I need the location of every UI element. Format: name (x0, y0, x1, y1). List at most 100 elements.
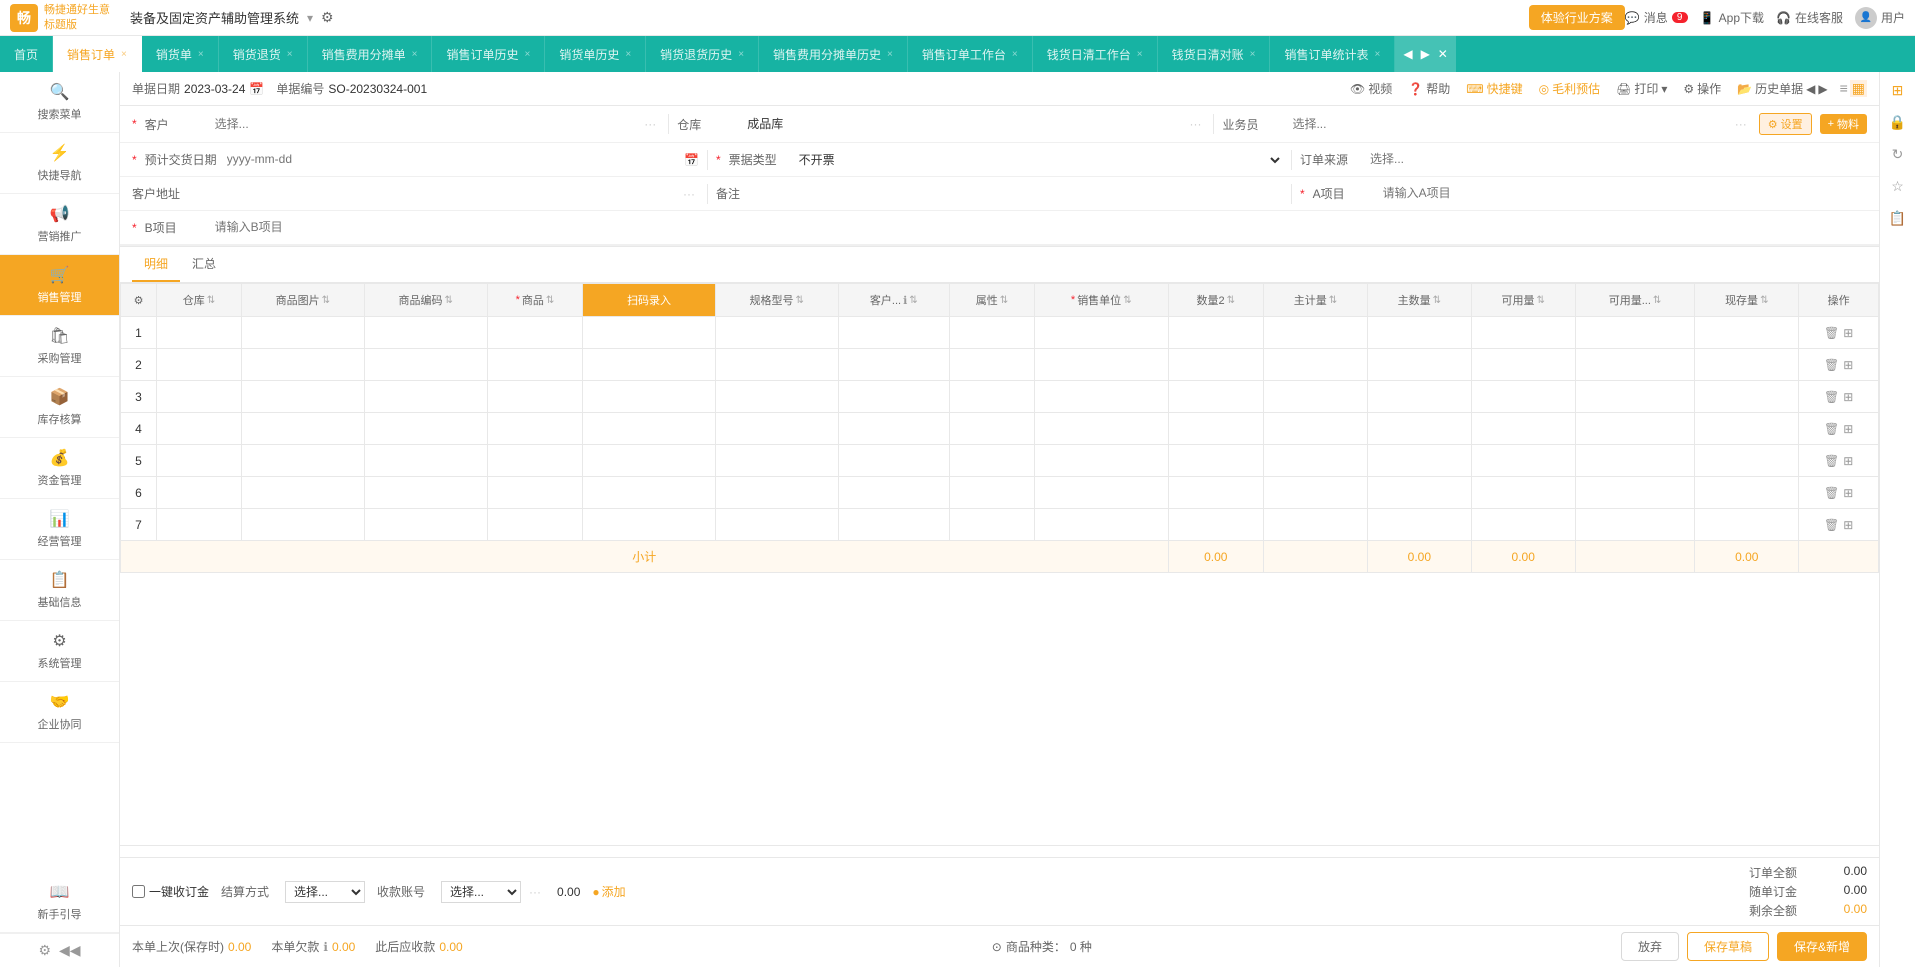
tab-daily-reconcile[interactable]: 钱货日清对账 × (1158, 36, 1271, 72)
close-icon[interactable]: × (625, 49, 631, 60)
delete-row-btn[interactable]: 🗑 (1824, 326, 1839, 340)
add-item-btn[interactable]: + 物料 (1820, 114, 1867, 134)
tab-order-stats[interactable]: 销售订单统计表 × (1270, 36, 1395, 72)
row-code[interactable] (364, 413, 487, 445)
delete-row-btn[interactable]: 🗑 (1824, 422, 1839, 436)
sidebar-item-enterprise[interactable]: 🤝 企业协同 (0, 682, 119, 743)
help-icon[interactable]: ℹ (903, 294, 907, 307)
row-attr[interactable] (949, 381, 1034, 413)
sidebar-item-inventory[interactable]: 📦 库存核算 (0, 377, 119, 438)
address-dots[interactable]: ··· (679, 187, 699, 201)
close-icon[interactable]: × (1137, 49, 1143, 60)
right-btn-5[interactable]: 📋 (1884, 204, 1912, 232)
row-attr[interactable] (949, 445, 1034, 477)
row-warehouse[interactable] (157, 317, 242, 349)
action-btn[interactable]: 体验行业方案 (1529, 5, 1625, 30)
current-info-icon[interactable]: ℹ (323, 940, 328, 954)
shortcut-btn[interactable]: ⌨ 快捷键 (1462, 78, 1526, 99)
close-icon[interactable]: × (1250, 49, 1256, 60)
row-warehouse[interactable] (157, 413, 242, 445)
row-unit[interactable] (1034, 349, 1168, 381)
sidebar-item-finance[interactable]: 💰 资金管理 (0, 438, 119, 499)
copy-row-btn[interactable]: ⊞ (1843, 326, 1853, 340)
close-icon[interactable]: × (287, 49, 293, 60)
row-customer[interactable] (838, 509, 949, 541)
profit-btn[interactable]: ◎ 毛利预估 (1535, 78, 1605, 99)
row-warehouse[interactable] (157, 509, 242, 541)
close-icon[interactable]: × (198, 49, 204, 60)
row-qty2[interactable] (1168, 317, 1264, 349)
sidebar-item-purchase[interactable]: 🛍 采购管理 (0, 316, 119, 377)
row-customer[interactable] (838, 381, 949, 413)
oper-btn[interactable]: ⚙ 操作 (1679, 78, 1725, 99)
row-warehouse[interactable] (157, 477, 242, 509)
row-goods[interactable] (487, 381, 583, 413)
right-btn-1[interactable]: ⊞ (1884, 76, 1912, 104)
row-main-qty[interactable] (1367, 381, 1471, 413)
close-icon[interactable]: × (738, 49, 744, 60)
b-project-input[interactable] (211, 217, 705, 238)
row-spec[interactable] (715, 477, 838, 509)
sidebar-settings-icon[interactable]: ⚙ (38, 942, 51, 959)
sidebar-item-system[interactable]: ⚙ 系统管理 (0, 621, 119, 682)
row-qty2[interactable] (1168, 413, 1264, 445)
bank-select[interactable]: 选择... (441, 881, 521, 903)
row-main-qty[interactable] (1367, 509, 1471, 541)
row-goods[interactable] (487, 317, 583, 349)
row-qty2[interactable] (1168, 509, 1264, 541)
online-service-btn[interactable]: 🎧 在线客服 (1776, 9, 1843, 26)
delete-row-btn[interactable]: 🗑 (1824, 454, 1839, 468)
sidebar-item-guide[interactable]: 📖 新手引导 (0, 872, 119, 933)
row-spec[interactable] (715, 413, 838, 445)
invoice-select[interactable]: 不开票 (795, 152, 1283, 168)
view-btn[interactable]: 👁 视频 (1346, 78, 1396, 99)
tab-daily-workbench[interactable]: 钱货日清工作台 × (1033, 36, 1158, 72)
add-btn[interactable]: ● 添加 (592, 883, 625, 900)
delete-row-btn[interactable]: 🗑 (1824, 390, 1839, 404)
row-unit[interactable] (1034, 509, 1168, 541)
row-customer[interactable] (838, 413, 949, 445)
row-customer[interactable] (838, 477, 949, 509)
tab-sales-return[interactable]: 销货退货 × (219, 36, 308, 72)
th-gear[interactable]: ⚙ (121, 284, 157, 317)
row-code[interactable] (364, 445, 487, 477)
sidebar-collapse-icon[interactable]: ◀◀ (59, 942, 81, 959)
row-customer[interactable] (838, 349, 949, 381)
help-btn[interactable]: ❓ 帮助 (1404, 78, 1454, 99)
row-unit[interactable] (1034, 477, 1168, 509)
row-main-qty[interactable] (1367, 477, 1471, 509)
row-qty2[interactable] (1168, 477, 1264, 509)
customer-input[interactable] (211, 114, 635, 135)
tab-return-history[interactable]: 销货退货历史 × (646, 36, 759, 72)
nav-next[interactable]: ▶ (1818, 82, 1827, 96)
one-key-check[interactable] (132, 885, 145, 898)
row-goods[interactable] (487, 477, 583, 509)
close-icon[interactable]: × (1012, 49, 1018, 60)
customer-dots[interactable]: ··· (640, 117, 660, 131)
list-view-icon[interactable]: ≡ (1840, 80, 1848, 97)
row-code[interactable] (364, 317, 487, 349)
row-spec[interactable] (715, 445, 838, 477)
row-goods[interactable] (487, 445, 583, 477)
nav-prev[interactable]: ◀ (1806, 82, 1815, 96)
delivery-calendar-icon[interactable]: 📅 (684, 153, 699, 167)
row-unit[interactable] (1034, 413, 1168, 445)
row-spec[interactable] (715, 317, 838, 349)
one-key-checkbox[interactable]: 一键收订金 (132, 883, 209, 900)
history-btn[interactable]: 📂 历史单据 ◀ ▶ (1733, 78, 1831, 99)
delete-row-btn[interactable]: 🗑 (1824, 518, 1839, 532)
row-goods[interactable] (487, 413, 583, 445)
tab-order-workbench[interactable]: 销售订单工作台 × (908, 36, 1033, 72)
row-attr[interactable] (949, 349, 1034, 381)
right-btn-4[interactable]: ☆ (1884, 172, 1912, 200)
close-icon[interactable]: × (121, 49, 127, 60)
row-warehouse[interactable] (157, 349, 242, 381)
row-spec[interactable] (715, 381, 838, 413)
row-main-qty[interactable] (1367, 317, 1471, 349)
row-code[interactable] (364, 509, 487, 541)
settings-side-btn[interactable]: ⚙ 设置 (1759, 113, 1812, 135)
sidebar-item-sales[interactable]: 🛒 销售管理 (0, 255, 119, 316)
sidebar-item-search[interactable]: 🔍 搜索菜单 (0, 72, 119, 133)
row-spec[interactable] (715, 349, 838, 381)
app-download-btn[interactable]: 📱 App下载 (1700, 9, 1764, 26)
